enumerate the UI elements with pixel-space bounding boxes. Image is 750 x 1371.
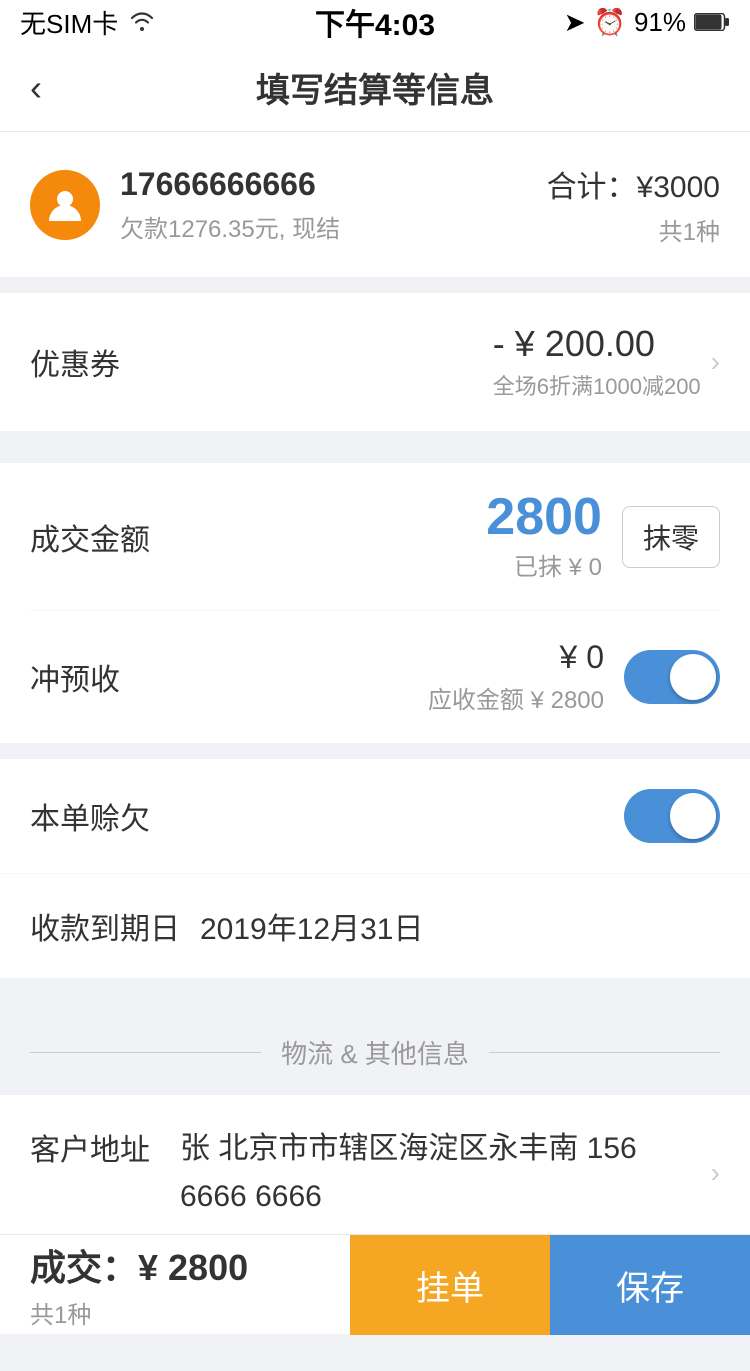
location-icon: ➤ (564, 7, 586, 38)
bottom-total: 成交：¥ 2800 (30, 1239, 320, 1291)
amount-section: 成交金额 2800 已抹 ¥ 0 抹零 冲预收 ¥ 0 应收金额 ¥ 2800 (0, 463, 750, 743)
logistics-divider-left (30, 1052, 261, 1053)
amount-number: 2800 (486, 491, 602, 543)
nav-bar: ‹ 填写结算等信息 (0, 44, 750, 132)
avatar (30, 170, 100, 240)
logistics-section: 物流 & 其他信息 (0, 1010, 750, 1095)
due-date-value: 2019年12月31日 (200, 904, 423, 948)
debt-label: 本单赊欠 (30, 794, 150, 838)
address-row[interactable]: 客户地址 张 北京市市辖区海淀区永丰南 156 6666 6666 › (0, 1095, 750, 1251)
logistics-divider-right (489, 1052, 720, 1053)
coupon-info: - ¥ 200.00 全场6折满1000减200 (493, 323, 701, 401)
amount-sub: 已抹 ¥ 0 (486, 547, 602, 582)
prepay-row: 冲预收 ¥ 0 应收金额 ¥ 2800 (30, 611, 720, 743)
prepay-sub: 应收金额 ¥ 2800 (428, 680, 604, 715)
toggle-knob (670, 654, 716, 700)
bottom-count: 共1种 (30, 1295, 320, 1330)
customer-total: 合计：¥3000 (547, 162, 720, 206)
alarm-icon: ⏰ (594, 7, 626, 38)
customer-debt: 欠款1276.35元, 现结 (120, 209, 340, 244)
prepay-right: ¥ 0 应收金额 ¥ 2800 (428, 639, 720, 715)
coupon-desc: 全场6折满1000减200 (493, 369, 701, 401)
amount-value-info: 2800 已抹 ¥ 0 (486, 491, 602, 582)
due-date-label: 收款到期日 (30, 904, 180, 948)
status-time: 下午4:03 (315, 0, 435, 44)
wifi-icon (128, 7, 156, 38)
section-break-1 (0, 743, 750, 759)
back-button[interactable]: ‹ (30, 67, 42, 109)
prepay-label: 冲预收 (30, 655, 120, 699)
prepay-value-group: ¥ 0 应收金额 ¥ 2800 (428, 639, 604, 715)
customer-left: 17666666666 欠款1276.35元, 现结 (30, 166, 340, 244)
customer-count: 共1种 (547, 212, 720, 247)
bottom-bar: 成交：¥ 2800 共1种 挂单 保存 (0, 1234, 750, 1334)
customer-phone: 17666666666 (120, 166, 340, 203)
battery-text: 91% (634, 7, 686, 38)
coupon-label: 优惠券 (30, 340, 120, 384)
hold-button[interactable]: 挂单 (350, 1235, 550, 1335)
status-bar: 无SIM卡 下午4:03 ➤ ⏰ 91% (0, 0, 750, 44)
coupon-amount: - ¥ 200.00 (493, 323, 701, 365)
section-break-2 (0, 978, 750, 994)
due-date-row: 收款到期日 2019年12月31日 (0, 873, 750, 978)
address-chevron-icon: › (711, 1157, 720, 1189)
prepay-amount: ¥ 0 (428, 639, 604, 676)
customer-card: 17666666666 欠款1276.35元, 现结 合计：¥3000 共1种 (0, 132, 750, 277)
amount-value-group: 2800 已抹 ¥ 0 抹零 (486, 491, 720, 582)
carrier-text: 无SIM卡 (20, 4, 118, 41)
prepay-toggle[interactable] (624, 650, 720, 704)
chevron-right-icon: › (711, 346, 720, 378)
debt-toggle-knob (670, 793, 716, 839)
logistics-header: 物流 & 其他信息 (0, 1010, 750, 1095)
coupon-right: - ¥ 200.00 全场6折满1000减200 › (493, 323, 720, 401)
debt-row: 本单赊欠 (0, 759, 750, 873)
save-button[interactable]: 保存 (550, 1235, 750, 1335)
status-right: ➤ ⏰ 91% (564, 7, 730, 38)
logistics-title: 物流 & 其他信息 (281, 1034, 469, 1071)
customer-right: 合计：¥3000 共1种 (547, 162, 720, 247)
section-divider-1 (0, 447, 750, 463)
address-value: 张 北京市市辖区海淀区永丰南 156 6666 6666 (180, 1125, 701, 1221)
amount-label: 成交金额 (30, 515, 150, 559)
main-content: 17666666666 欠款1276.35元, 现结 合计：¥3000 共1种 … (0, 132, 750, 1371)
round-button[interactable]: 抹零 (622, 506, 720, 568)
page-title: 填写结算等信息 (256, 63, 494, 112)
address-label: 客户地址 (30, 1125, 150, 1169)
debt-toggle[interactable] (624, 789, 720, 843)
status-left: 无SIM卡 (20, 4, 156, 41)
battery-icon (694, 7, 730, 38)
bottom-info: 成交：¥ 2800 共1种 (0, 1235, 350, 1334)
bottom-total-amount: ¥ 2800 (138, 1247, 248, 1288)
customer-info: 17666666666 欠款1276.35元, 现结 (120, 166, 340, 244)
bottom-total-prefix: 成交： (30, 1247, 138, 1288)
coupon-row[interactable]: 优惠券 - ¥ 200.00 全场6折满1000减200 › (0, 293, 750, 431)
amount-row: 成交金额 2800 已抹 ¥ 0 抹零 (30, 463, 720, 611)
